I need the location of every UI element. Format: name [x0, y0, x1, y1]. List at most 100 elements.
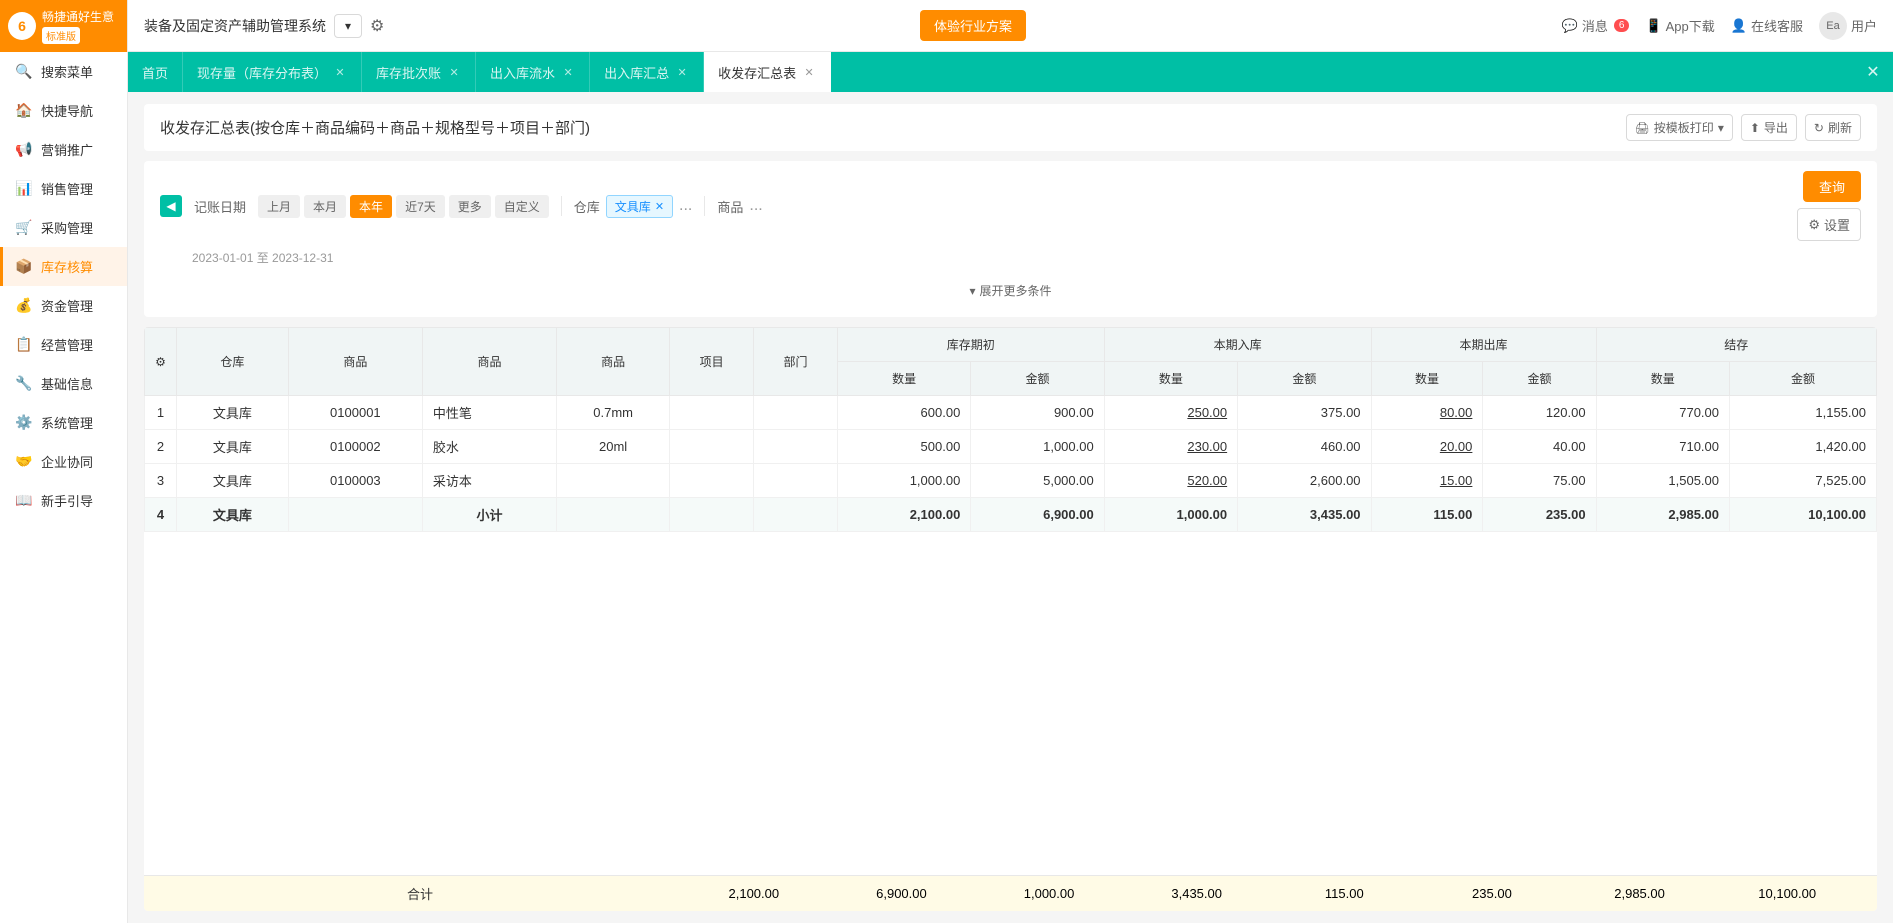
app-download-item[interactable]: 📱 App下载 [1645, 16, 1714, 35]
sidebar-icon-inventory: 📦 [15, 258, 33, 275]
experience-button[interactable]: 体验行业方案 [920, 10, 1026, 41]
table-row: 4文具库小计2,100.006,900.001,000.003,435.0011… [145, 498, 1877, 532]
filter-collapse-btn[interactable]: ◀ [160, 195, 182, 217]
tab-batch[interactable]: 库存批次账✕ [362, 52, 476, 92]
tab-home[interactable]: 首页 [128, 52, 183, 92]
warehouse-dots[interactable]: ... [679, 197, 692, 215]
sidebar: 6 畅捷通好生意 标准版 🔍搜索菜单🏠快捷导航📢营销推广 📊 销售管理 🛒采购管理📦库… [0, 0, 128, 923]
table-row: 2文具库0100002胶水20ml500.001,000.00230.00460… [145, 430, 1877, 464]
date-btn-last-month[interactable]: 上月 [258, 195, 300, 218]
row-closing-qty: 1,505.00 [1596, 464, 1729, 498]
tab-stock-dist[interactable]: 现存量（库存分布表）✕ [183, 52, 362, 92]
row-in-qty[interactable]: 520.00 [1104, 464, 1237, 498]
filter-settings-button[interactable]: ⚙ 设置 [1797, 208, 1861, 241]
tab-bar-close[interactable]: ✕ [1853, 52, 1893, 92]
date-shortcuts: 上月 本月 本年 近7天 更多 自定义 [258, 195, 549, 218]
row-out-qty[interactable]: 20.00 [1371, 430, 1483, 464]
sidebar-item-purchase[interactable]: 🛒采购管理 [0, 208, 127, 247]
th-warehouse: 仓库 [177, 328, 289, 396]
system-selector[interactable]: ▾ [334, 14, 362, 38]
online-service-item[interactable]: 👤 在线客服 [1731, 16, 1803, 35]
th-settings[interactable]: ⚙ [145, 328, 177, 396]
row-opening-qty: 600.00 [837, 396, 970, 430]
sidebar-label-sales: 销售管理 [41, 179, 93, 198]
filter-bar: ◀ 记账日期 上月 本月 本年 近7天 更多 自定义 [144, 161, 1877, 317]
th-spec: 商品 [557, 328, 670, 396]
row-in-qty-link[interactable]: 520.00 [1187, 473, 1227, 488]
sidebar-item-operation[interactable]: 📋经营管理 [0, 325, 127, 364]
logo-icon: 6 [8, 12, 36, 40]
tab-label-summary-out: 出入库汇总 [604, 63, 669, 82]
sidebar-icon-search: 🔍 [15, 63, 33, 80]
row-out-amt: 75.00 [1483, 464, 1596, 498]
action-btns: 查询 ⚙ 设置 [1797, 171, 1861, 241]
tab-close-batch[interactable]: ✕ [447, 65, 461, 79]
sidebar-item-search[interactable]: 🔍搜索菜单 [0, 52, 127, 91]
row-in-qty[interactable]: 230.00 [1104, 430, 1237, 464]
row-in-qty-link[interactable]: 250.00 [1187, 405, 1227, 420]
footer-out-amt: 235.00 [1418, 886, 1566, 901]
refresh-button[interactable]: ↻ 刷新 [1805, 114, 1861, 141]
sidebar-icon-sales: 📊 [15, 180, 33, 197]
tab-close-recv-send[interactable]: ✕ [802, 65, 816, 79]
row-dept [754, 430, 838, 464]
messages-item[interactable]: 💬 消息 6 [1562, 16, 1630, 35]
settings-icon[interactable]: ⚙ [370, 16, 384, 36]
sidebar-item-marketing[interactable]: 📢营销推广 [0, 130, 127, 169]
tab-close-flow[interactable]: ✕ [561, 65, 575, 79]
footer-values: 2,100.00 6,900.00 1,000.00 3,435.00 115.… [680, 886, 1861, 901]
tab-close-stock-dist[interactable]: ✕ [333, 65, 347, 79]
tab-flow[interactable]: 出入库流水✕ [476, 52, 590, 92]
sidebar-item-sales[interactable]: 📊 销售管理 [0, 169, 127, 208]
date-btn-custom[interactable]: 自定义 [495, 195, 549, 218]
tab-recv-send[interactable]: 收发存汇总表✕ [704, 52, 831, 92]
warehouse-tag-close[interactable]: ✕ [655, 200, 664, 213]
row-project [670, 396, 754, 430]
date-btn-more[interactable]: 更多 [449, 195, 491, 218]
sidebar-logo: 6 畅捷通好生意 标准版 [0, 0, 127, 52]
print-button[interactable]: 🖨 按模板打印 ▾ [1626, 114, 1733, 141]
tab-label-home: 首页 [142, 63, 168, 82]
sidebar-item-guide[interactable]: 📖新手引导 [0, 481, 127, 520]
sidebar-icon-quick-nav: 🏠 [15, 102, 33, 119]
table-row: 3文具库0100003采访本1,000.005,000.00520.002,60… [145, 464, 1877, 498]
sidebar-item-system[interactable]: ⚙️系统管理 [0, 403, 127, 442]
date-btn-this-month[interactable]: 本月 [304, 195, 346, 218]
warehouse-label: 仓库 [574, 197, 600, 216]
row-out-amt: 120.00 [1483, 396, 1596, 430]
row-closing-amt: 1,420.00 [1730, 430, 1877, 464]
row-out-qty[interactable]: 15.00 [1371, 464, 1483, 498]
header-right: 💬 消息 6 📱 App下载 👤 在线客服 Ea 用户 [1562, 12, 1877, 40]
row-name: 胶水 [422, 430, 556, 464]
user-item[interactable]: Ea 用户 [1819, 12, 1877, 40]
footer-closing-amt: 10,100.00 [1713, 886, 1861, 901]
sidebar-icon-finance: 💰 [15, 297, 33, 314]
expand-button[interactable]: ▾ 展开更多条件 [961, 278, 1059, 303]
export-button[interactable]: ⬆ 导出 [1741, 114, 1797, 141]
query-button[interactable]: 查询 [1803, 171, 1861, 202]
tab-close-summary-out[interactable]: ✕ [675, 65, 689, 79]
row-project [670, 430, 754, 464]
footer-closing-qty: 2,985.00 [1566, 886, 1714, 901]
row-in-qty[interactable]: 250.00 [1104, 396, 1237, 430]
date-btn-7days[interactable]: 近7天 [396, 195, 445, 218]
sidebar-item-quick-nav[interactable]: 🏠快捷导航 [0, 91, 127, 130]
sidebar-item-finance[interactable]: 💰 资金管理 [0, 286, 127, 325]
row-out-qty-link[interactable]: 20.00 [1440, 439, 1473, 454]
filter-row-date-range: 2023-01-01 至 2023-12-31 [160, 249, 1861, 266]
row-out-qty-link[interactable]: 15.00 [1440, 473, 1473, 488]
row-out-qty-link[interactable]: 80.00 [1440, 405, 1473, 420]
logo-text: 畅捷通好生意 标准版 [42, 8, 114, 44]
row-in-qty-link[interactable]: 230.00 [1187, 439, 1227, 454]
tab-summary-out[interactable]: 出入库汇总 ✕ [590, 52, 704, 92]
goods-dots[interactable]: ... [749, 197, 762, 215]
sidebar-item-basic[interactable]: 🔧基础信息 [0, 364, 127, 403]
th-in: 本期入库 [1104, 328, 1371, 362]
sidebar-label-finance: 资金管理 [41, 296, 93, 315]
sidebar-item-inventory[interactable]: 📦库存核算 [0, 247, 127, 286]
row-no: 3 [145, 464, 177, 498]
date-btn-this-year[interactable]: 本年 [350, 195, 392, 218]
sidebar-item-collab[interactable]: 🤝企业协同 [0, 442, 127, 481]
row-opening-amt: 900.00 [971, 396, 1104, 430]
row-out-qty[interactable]: 80.00 [1371, 396, 1483, 430]
